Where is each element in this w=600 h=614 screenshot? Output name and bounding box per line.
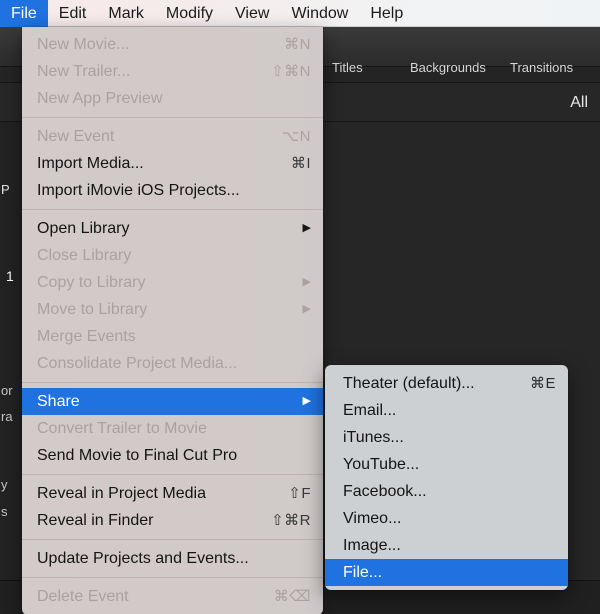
submenu-arrow-icon: ▶ (299, 223, 311, 234)
menu-item-new-movie: New Movie...⌘N (22, 31, 323, 58)
menu-item-new-app-preview: New App Preview (22, 85, 323, 112)
menu-item-label: Send Movie to Final Cut Pro (37, 442, 311, 469)
submenu-item-image[interactable]: Image... (325, 532, 568, 559)
menu-item-label: New Trailer... (37, 58, 253, 85)
menu-item-label: Email... (343, 397, 556, 424)
app-screen: Titles Backgrounds Transitions All P 1 o… (0, 0, 600, 614)
submenu-item-email[interactable]: Email... (325, 397, 568, 424)
menu-item-label: Import Media... (37, 150, 273, 177)
menu-item-label: New Movie... (37, 31, 266, 58)
menu-item-label: Copy to Library (37, 269, 299, 296)
background-fragment-0: P (1, 182, 10, 197)
background-fragment-1: 1 (6, 268, 14, 284)
background-tab-backgrounds[interactable]: Backgrounds (410, 60, 486, 75)
menu-separator (22, 474, 323, 475)
menu-separator (22, 577, 323, 578)
menu-item-label: Theater (default)... (343, 370, 512, 397)
menu-item-label: iTunes... (343, 424, 556, 451)
menu-item-label: Delete Event (37, 583, 256, 610)
menu-item-label: Image... (343, 532, 556, 559)
menu-item-merge-events: Merge Events (22, 323, 323, 350)
background-fragment-3: ra (1, 409, 13, 424)
menu-item-reveal-in-finder[interactable]: Reveal in Finder⇧⌘R (22, 507, 323, 534)
menu-separator (22, 209, 323, 210)
menu-item-reveal-in-project-media[interactable]: Reveal in Project Media⇧F (22, 480, 323, 507)
menu-item-open-library[interactable]: Open Library▶ (22, 215, 323, 242)
submenu-item-vimeo[interactable]: Vimeo... (325, 505, 568, 532)
menu-item-consolidate-project-media: Consolidate Project Media... (22, 350, 323, 377)
menu-item-new-event: New Event⌥N (22, 123, 323, 150)
menu-item-label: Update Projects and Events... (37, 545, 311, 572)
menu-item-shortcut: ⌘⌫ (256, 583, 311, 610)
menu-item-shortcut: ⇧F (270, 480, 311, 507)
menu-item-label: Reveal in Project Media (37, 480, 270, 507)
menubar-item-window[interactable]: Window (280, 0, 359, 27)
submenu-item-youtube[interactable]: YouTube... (325, 451, 568, 478)
menu-item-label: Consolidate Project Media... (37, 350, 311, 377)
menu-item-delete-event: Delete Event⌘⌫ (22, 583, 323, 610)
menubar-item-help[interactable]: Help (359, 0, 414, 27)
menu-item-share[interactable]: Share▶ (22, 388, 323, 415)
menu-separator (22, 539, 323, 540)
menu-item-label: New Event (37, 123, 264, 150)
submenu-item-itunes[interactable]: iTunes... (325, 424, 568, 451)
menu-item-shortcut: ⌥N (264, 123, 311, 150)
submenu-arrow-icon: ▶ (299, 304, 311, 315)
menu-item-label: File... (343, 559, 556, 586)
menu-item-shortcut: ⌘I (273, 150, 311, 177)
menu-item-label: YouTube... (343, 451, 556, 478)
menu-item-label: Share (37, 388, 299, 415)
menu-item-update-projects-and-events[interactable]: Update Projects and Events... (22, 545, 323, 572)
menu-item-copy-to-library: Copy to Library▶ (22, 269, 323, 296)
menubar-item-mark[interactable]: Mark (97, 0, 155, 27)
menu-item-label: Merge Events (37, 323, 311, 350)
menu-separator (22, 382, 323, 383)
menu-item-label: Vimeo... (343, 505, 556, 532)
share-submenu: Theater (default)...⌘EEmail...iTunes...Y… (325, 365, 568, 590)
menu-bar: FileEditMarkModifyViewWindowHelp (0, 0, 600, 27)
menu-item-move-to-library: Move to Library▶ (22, 296, 323, 323)
menu-item-label: Convert Trailer to Movie (37, 415, 311, 442)
menu-item-send-movie-to-final-cut-pro[interactable]: Send Movie to Final Cut Pro (22, 442, 323, 469)
file-dropdown-menu: New Movie...⌘NNew Trailer...⇧⌘NNew App P… (22, 27, 323, 614)
menu-item-shortcut: ⌘N (266, 31, 311, 58)
submenu-item-theater-default[interactable]: Theater (default)...⌘E (325, 370, 568, 397)
menubar-item-edit[interactable]: Edit (48, 0, 98, 27)
menu-item-label: Close Library (37, 242, 311, 269)
menu-item-import-imovie-ios-projects[interactable]: Import iMovie iOS Projects... (22, 177, 323, 204)
background-tab-titles[interactable]: Titles (332, 60, 363, 75)
menu-item-label: Facebook... (343, 478, 556, 505)
background-fragment-2: or (1, 383, 13, 398)
menu-item-new-trailer: New Trailer...⇧⌘N (22, 58, 323, 85)
menu-separator (22, 117, 323, 118)
menu-item-shortcut: ⇧⌘N (253, 58, 311, 85)
menubar-item-file[interactable]: File (0, 0, 48, 27)
background-fragment-5: s (1, 504, 8, 519)
background-filter-all-label[interactable]: All (570, 94, 588, 112)
menu-item-label: Reveal in Finder (37, 507, 253, 534)
menu-item-label: Move to Library (37, 296, 299, 323)
menu-item-shortcut: ⇧⌘R (253, 507, 311, 534)
menu-item-close-library: Close Library (22, 242, 323, 269)
submenu-item-file[interactable]: File... (325, 559, 568, 586)
menu-item-convert-trailer-to-movie: Convert Trailer to Movie (22, 415, 323, 442)
background-fragment-4: y (1, 477, 8, 492)
submenu-arrow-icon: ▶ (299, 277, 311, 288)
menu-item-label: New App Preview (37, 85, 311, 112)
background-tab-transitions[interactable]: Transitions (510, 60, 573, 75)
menubar-item-view[interactable]: View (224, 0, 280, 27)
menu-item-import-media[interactable]: Import Media...⌘I (22, 150, 323, 177)
menu-item-label: Import iMovie iOS Projects... (37, 177, 311, 204)
submenu-arrow-icon: ▶ (299, 396, 311, 407)
menu-item-shortcut: ⌘E (512, 370, 556, 397)
menu-item-label: Open Library (37, 215, 299, 242)
submenu-item-facebook[interactable]: Facebook... (325, 478, 568, 505)
menubar-item-modify[interactable]: Modify (155, 0, 224, 27)
